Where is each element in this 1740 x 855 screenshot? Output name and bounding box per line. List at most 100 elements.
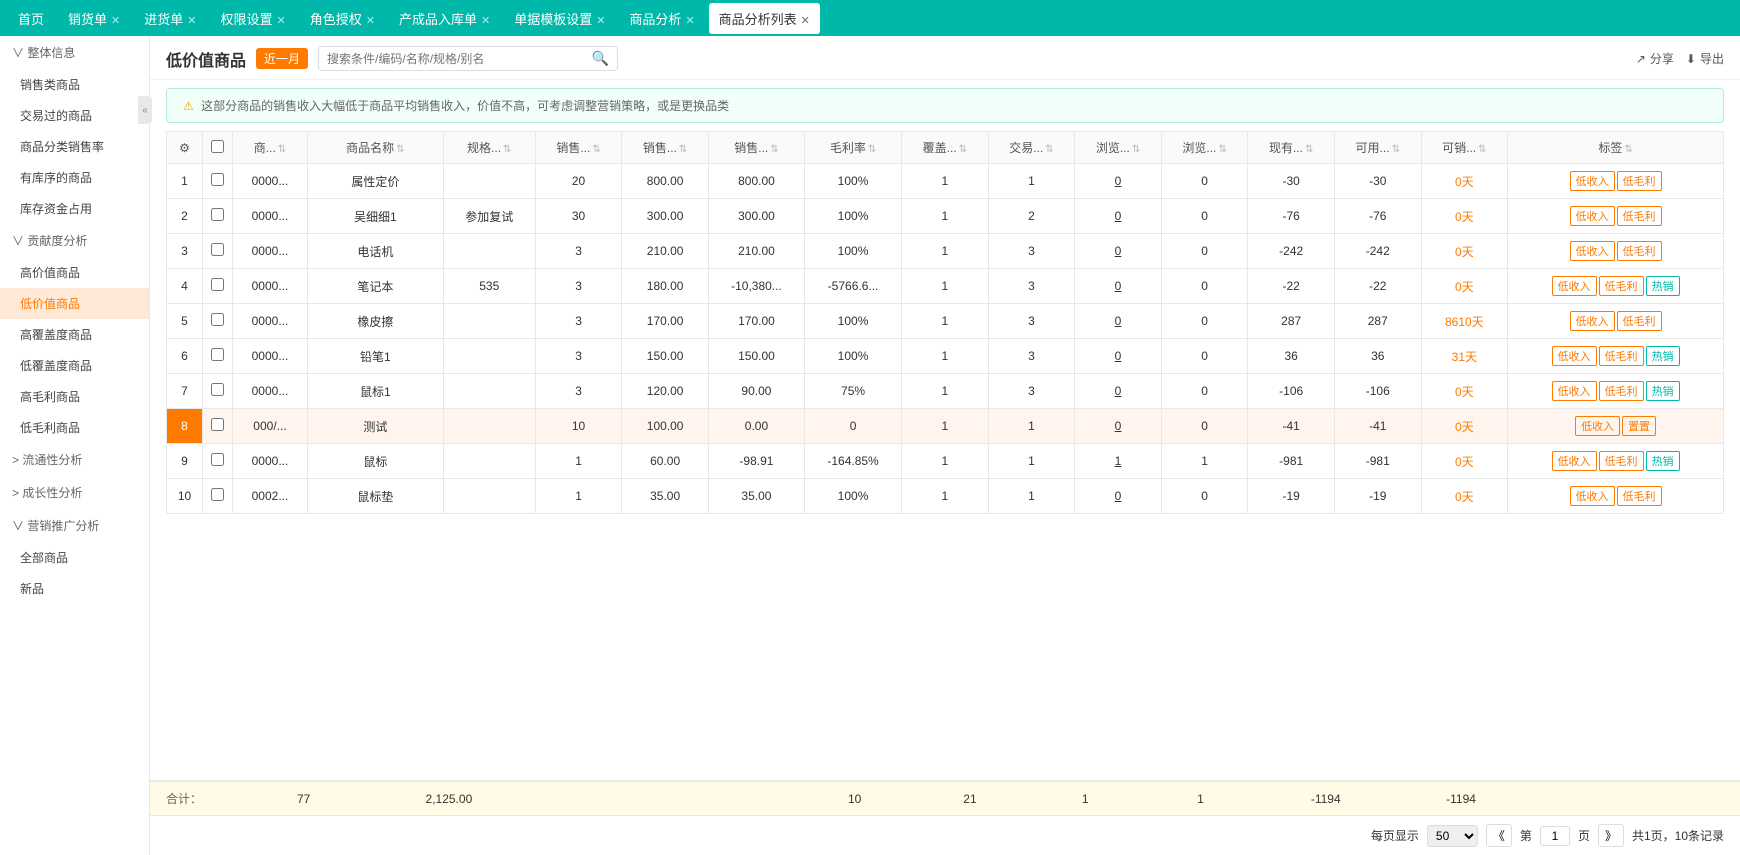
row-checkbox[interactable] bbox=[211, 348, 224, 361]
close-sales-tab[interactable]: ✕ bbox=[111, 15, 120, 27]
sidebar-item-all-products[interactable]: 全部商品 bbox=[0, 542, 149, 573]
page-size-select[interactable]: 50 100 200 bbox=[1427, 825, 1478, 847]
nav-role-auth[interactable]: 角色授权✕ bbox=[300, 3, 385, 34]
nav-purchase[interactable]: 进货单✕ bbox=[134, 3, 206, 34]
col-coverage[interactable]: 覆盖...⇅ bbox=[902, 132, 989, 164]
export-btn[interactable]: ⬇ 导出 bbox=[1686, 50, 1724, 67]
nav-permissions[interactable]: 权限设置✕ bbox=[210, 3, 295, 34]
nav-template[interactable]: 单据模板设置✕ bbox=[504, 3, 615, 34]
search-box[interactable]: 🔍 bbox=[318, 46, 618, 71]
views1-link[interactable]: 0 bbox=[1115, 209, 1122, 223]
sidebar-group-circulation[interactable]: > 流通性分析 bbox=[0, 443, 149, 476]
col-sales-amount[interactable]: 销售...⇅ bbox=[622, 132, 709, 164]
row-checkbox[interactable] bbox=[211, 243, 224, 256]
sidebar-group-contribution[interactable]: ∨ 贡献度分析 bbox=[0, 224, 149, 257]
views1-link[interactable]: 0 bbox=[1115, 419, 1122, 433]
col-sellable[interactable]: 可销...⇅ bbox=[1421, 132, 1508, 164]
row-spec bbox=[443, 374, 535, 409]
row-checkbox-cell[interactable] bbox=[203, 409, 233, 444]
row-checkbox[interactable] bbox=[211, 418, 224, 431]
last-page-btn[interactable]: 》 bbox=[1598, 824, 1624, 847]
col-name[interactable]: 商品名称⇅ bbox=[307, 132, 443, 164]
col-current-stock[interactable]: 现有...⇅ bbox=[1248, 132, 1335, 164]
row-checkbox-cell[interactable] bbox=[203, 339, 233, 374]
nav-home[interactable]: 首页 bbox=[8, 3, 54, 34]
row-checkbox[interactable] bbox=[211, 453, 224, 466]
filter-tag[interactable]: 近一月 bbox=[256, 48, 308, 69]
sidebar-item-low-value[interactable]: 低价值商品 bbox=[0, 288, 149, 319]
col-code[interactable]: 商...⇅ bbox=[233, 132, 308, 164]
col-sales-qty[interactable]: 销售...⇅ bbox=[535, 132, 622, 164]
row-checkbox-cell[interactable] bbox=[203, 234, 233, 269]
first-page-btn[interactable]: 《 bbox=[1486, 824, 1512, 847]
sidebar-item-high-margin[interactable]: 高毛利商品 bbox=[0, 381, 149, 412]
row-checkbox-cell[interactable] bbox=[203, 269, 233, 304]
col-spec[interactable]: 规格...⇅ bbox=[443, 132, 535, 164]
sidebar-item-low-margin[interactable]: 低毛利商品 bbox=[0, 412, 149, 443]
sidebar-group-marketing[interactable]: ∨ 营销推广分析 bbox=[0, 509, 149, 542]
col-sales-avg[interactable]: 销售...⇅ bbox=[708, 132, 804, 164]
views1-link[interactable]: 1 bbox=[1115, 454, 1122, 468]
sidebar-group-growth[interactable]: > 成长性分析 bbox=[0, 476, 149, 509]
sidebar-item-traded-products[interactable]: 交易过的商品 bbox=[0, 100, 149, 131]
sidebar-item-high-value[interactable]: 高价值商品 bbox=[0, 257, 149, 288]
search-input[interactable] bbox=[327, 52, 588, 66]
row-tags: 低收入低毛利 bbox=[1508, 304, 1724, 339]
nav-product-analysis-list[interactable]: 商品分析列表✕ bbox=[709, 3, 820, 34]
col-available[interactable]: 可用...⇅ bbox=[1334, 132, 1421, 164]
close-productentry-tab[interactable]: ✕ bbox=[481, 15, 490, 27]
col-transactions[interactable]: 交易...⇅ bbox=[988, 132, 1075, 164]
views1-link[interactable]: 0 bbox=[1115, 174, 1122, 188]
sidebar-item-high-coverage[interactable]: 高覆盖度商品 bbox=[0, 319, 149, 350]
views1-link[interactable]: 0 bbox=[1115, 279, 1122, 293]
row-checkbox-cell[interactable] bbox=[203, 479, 233, 514]
nav-product-entry[interactable]: 产成品入库单✕ bbox=[389, 3, 500, 34]
row-checkbox[interactable] bbox=[211, 208, 224, 221]
row-checkbox[interactable] bbox=[211, 488, 224, 501]
table-row: 10000...属性定价20800.00800.00100%1100-30-30… bbox=[167, 164, 1724, 199]
close-purchase-tab[interactable]: ✕ bbox=[187, 15, 196, 27]
sidebar-group-overall[interactable]: ∨ 整体信息 bbox=[0, 36, 149, 69]
row-checkbox-cell[interactable] bbox=[203, 164, 233, 199]
close-permissions-tab[interactable]: ✕ bbox=[277, 15, 286, 27]
col-views1[interactable]: 浏览...⇅ bbox=[1075, 132, 1162, 164]
views1-link[interactable]: 0 bbox=[1115, 244, 1122, 258]
nav-product-analysis[interactable]: 商品分析✕ bbox=[619, 3, 704, 34]
row-checkbox-cell[interactable] bbox=[203, 199, 233, 234]
col-tags[interactable]: 标签⇅ bbox=[1508, 132, 1724, 164]
select-all-checkbox[interactable] bbox=[211, 140, 224, 153]
row-checkbox[interactable] bbox=[211, 383, 224, 396]
views1-link[interactable]: 0 bbox=[1115, 314, 1122, 328]
close-roleauth-tab[interactable]: ✕ bbox=[366, 15, 375, 27]
sidebar-item-inventory-capital[interactable]: 库存资金占用 bbox=[0, 193, 149, 224]
row-sales-qty: 20 bbox=[535, 164, 622, 199]
row-checkbox[interactable] bbox=[211, 278, 224, 291]
row-checkbox-cell[interactable] bbox=[203, 444, 233, 479]
row-checkbox[interactable] bbox=[211, 173, 224, 186]
views1-link[interactable]: 0 bbox=[1115, 384, 1122, 398]
row-checkbox-cell[interactable] bbox=[203, 374, 233, 409]
views1-link[interactable]: 0 bbox=[1115, 489, 1122, 503]
col-settings[interactable]: ⚙ bbox=[167, 132, 203, 164]
sidebar-item-sales-products[interactable]: 销售类商品 bbox=[0, 69, 149, 100]
close-template-tab[interactable]: ✕ bbox=[596, 15, 605, 27]
col-gross-rate[interactable]: 毛利率⇅ bbox=[804, 132, 901, 164]
share-btn[interactable]: ↗ 分享 bbox=[1636, 50, 1674, 67]
nav-sales[interactable]: 销货单✕ bbox=[58, 3, 130, 34]
row-checkbox-cell[interactable] bbox=[203, 304, 233, 339]
row-sales-qty: 3 bbox=[535, 339, 622, 374]
sidebar-item-inventory-products[interactable]: 有库序的商品 bbox=[0, 162, 149, 193]
sidebar-item-category-rate[interactable]: 商品分类销售率 bbox=[0, 131, 149, 162]
export-icon: ⬇ bbox=[1686, 52, 1696, 66]
sidebar-item-low-coverage[interactable]: 低覆盖度商品 bbox=[0, 350, 149, 381]
page-number-input[interactable] bbox=[1540, 826, 1570, 846]
close-analysis-tab[interactable]: ✕ bbox=[685, 15, 694, 27]
views1-link[interactable]: 0 bbox=[1115, 349, 1122, 363]
sidebar-item-new-products[interactable]: 新品 bbox=[0, 573, 149, 604]
tag-label: 低毛利 bbox=[1617, 206, 1662, 226]
col-views2[interactable]: 浏览...⇅ bbox=[1161, 132, 1248, 164]
row-checkbox[interactable] bbox=[211, 313, 224, 326]
sidebar-collapse-btn[interactable]: « bbox=[138, 96, 152, 124]
col-checkbox[interactable] bbox=[203, 132, 233, 164]
close-analysislist-tab[interactable]: ✕ bbox=[801, 15, 810, 27]
